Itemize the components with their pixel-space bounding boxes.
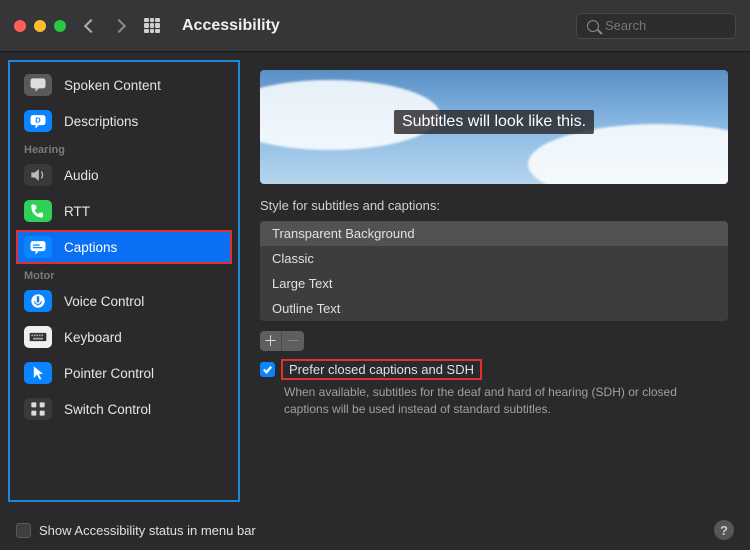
traffic-lights bbox=[14, 20, 66, 32]
show-status-checkbox[interactable] bbox=[16, 523, 31, 538]
show-status-label: Show Accessibility status in menu bar bbox=[39, 523, 256, 538]
sidebar-item-label: RTT bbox=[64, 204, 90, 219]
add-style-button[interactable]: ＋ bbox=[260, 331, 282, 351]
search-input[interactable] bbox=[605, 18, 705, 33]
sidebar-item-keyboard[interactable]: Keyboard bbox=[16, 320, 232, 354]
section-hearing: Hearing bbox=[16, 140, 232, 158]
style-heading: Style for subtitles and captions: bbox=[260, 198, 728, 213]
prefer-sdh-label: Prefer closed captions and SDH bbox=[283, 361, 480, 378]
sidebar-item-label: Pointer Control bbox=[64, 366, 154, 381]
footer: Show Accessibility status in menu bar ? bbox=[0, 510, 750, 550]
forward-button[interactable] bbox=[114, 21, 124, 31]
style-option-transparent[interactable]: Transparent Background bbox=[260, 221, 728, 246]
sidebar-item-rtt[interactable]: RTT bbox=[16, 194, 232, 228]
sidebar: Spoken Content D Descriptions Hearing Au… bbox=[8, 60, 240, 502]
sidebar-item-spoken-content[interactable]: Spoken Content bbox=[16, 68, 232, 102]
prefer-sdh-description: When available, subtitles for the deaf a… bbox=[284, 384, 694, 418]
style-list[interactable]: Transparent Background Classic Large Tex… bbox=[260, 221, 728, 321]
sidebar-item-captions[interactable]: Captions bbox=[16, 230, 232, 264]
close-window-button[interactable] bbox=[14, 20, 26, 32]
style-option-outline[interactable]: Outline Text bbox=[260, 296, 728, 321]
sidebar-item-label: Captions bbox=[64, 240, 117, 255]
titlebar: Accessibility bbox=[0, 0, 750, 52]
sidebar-item-label: Audio bbox=[64, 168, 99, 183]
add-remove-group: ＋ － bbox=[260, 331, 728, 351]
sidebar-item-pointer-control[interactable]: Pointer Control bbox=[16, 356, 232, 390]
captions-icon bbox=[24, 236, 52, 258]
sidebar-item-label: Spoken Content bbox=[64, 78, 161, 93]
descriptions-icon: D bbox=[24, 110, 52, 132]
sidebar-item-label: Voice Control bbox=[64, 294, 144, 309]
svg-text:D: D bbox=[35, 116, 41, 125]
subtitle-sample-text: Subtitles will look like this. bbox=[394, 110, 594, 134]
window-title: Accessibility bbox=[182, 17, 280, 35]
check-icon bbox=[262, 364, 273, 375]
prefer-sdh-checkbox[interactable] bbox=[260, 362, 275, 377]
search-field[interactable] bbox=[576, 13, 736, 39]
section-motor: Motor bbox=[16, 266, 232, 284]
sidebar-item-label: Descriptions bbox=[64, 114, 138, 129]
sidebar-item-label: Switch Control bbox=[64, 402, 151, 417]
fullscreen-window-button[interactable] bbox=[54, 20, 66, 32]
chevron-left-icon bbox=[84, 18, 98, 32]
chevron-right-icon bbox=[112, 18, 126, 32]
main-panel: Subtitles will look like this. Style for… bbox=[248, 52, 750, 510]
phone-icon bbox=[24, 200, 52, 222]
pointer-icon bbox=[24, 362, 52, 384]
speaker-icon bbox=[24, 164, 52, 186]
mic-icon bbox=[24, 290, 52, 312]
sidebar-item-switch-control[interactable]: Switch Control bbox=[16, 392, 232, 426]
subtitle-preview: Subtitles will look like this. bbox=[260, 70, 728, 184]
sidebar-item-label: Keyboard bbox=[64, 330, 122, 345]
show-all-prefs-button[interactable] bbox=[144, 18, 160, 34]
minimize-window-button[interactable] bbox=[34, 20, 46, 32]
search-icon bbox=[587, 20, 599, 32]
back-button[interactable] bbox=[86, 21, 96, 31]
switch-icon bbox=[24, 398, 52, 420]
sidebar-item-audio[interactable]: Audio bbox=[16, 158, 232, 192]
help-button[interactable]: ? bbox=[714, 520, 734, 540]
style-option-large[interactable]: Large Text bbox=[260, 271, 728, 296]
keyboard-icon bbox=[24, 326, 52, 348]
style-option-classic[interactable]: Classic bbox=[260, 246, 728, 271]
nav-buttons bbox=[86, 21, 124, 31]
remove-style-button[interactable]: － bbox=[282, 331, 304, 351]
sidebar-item-voice-control[interactable]: Voice Control bbox=[16, 284, 232, 318]
sidebar-item-descriptions[interactable]: D Descriptions bbox=[16, 104, 232, 138]
speech-bubble-icon bbox=[24, 74, 52, 96]
